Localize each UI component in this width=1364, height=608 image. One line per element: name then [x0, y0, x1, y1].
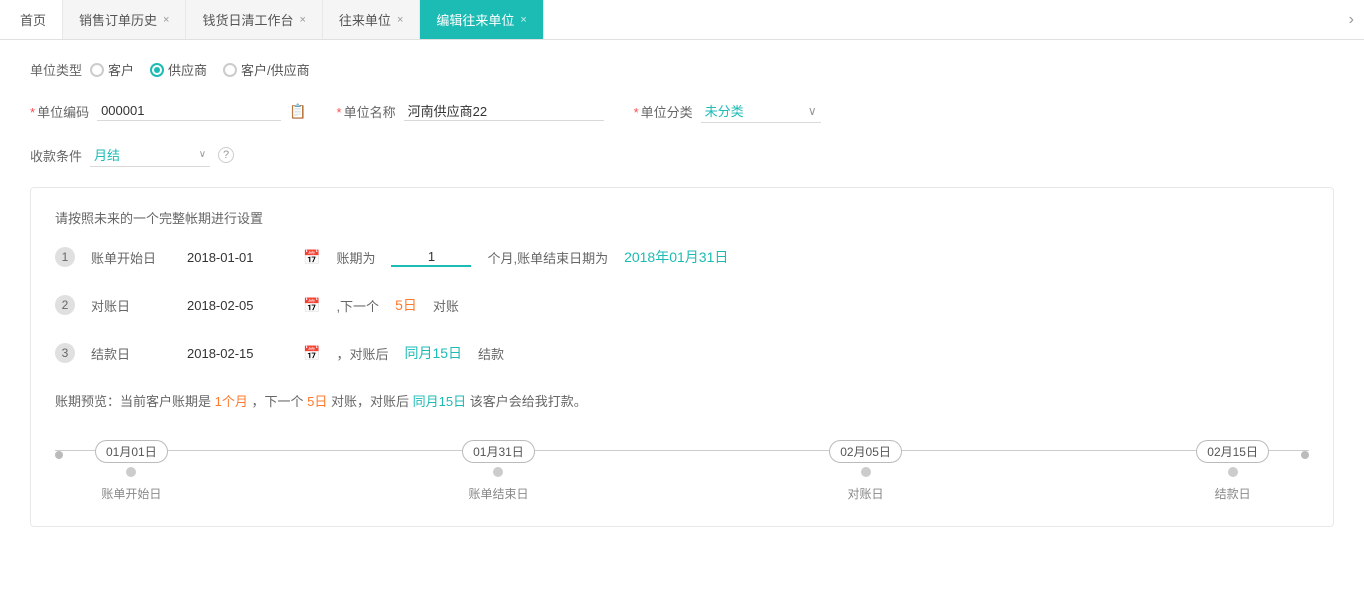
tl-badge-3: 02月05日 [829, 440, 902, 463]
unit-category-dropdown[interactable]: 未分类 ∨ [701, 99, 821, 123]
unit-code-icon[interactable]: 📋 [289, 103, 306, 120]
close-partner[interactable]: × [397, 14, 403, 26]
preview-sep2: 对账，对账后 [331, 394, 409, 409]
step-separator-1: 账期为 [336, 248, 375, 267]
period-panel: 请按照未来的一个完整帐期进行设置 1 账单开始日 2018-01-01 📅 账期… [30, 187, 1334, 527]
radio-circle-customer [90, 63, 104, 77]
step-label-2: 对账日 [91, 296, 171, 315]
unit-category-label: *单位分类 [634, 102, 693, 121]
preview-part1: 1个月 [215, 394, 248, 409]
radio-supplier-label: 供应商 [168, 60, 207, 79]
unit-type-row: 单位类型 客户 供应商 客户/供应商 [30, 60, 1334, 79]
tl-dot-3 [861, 467, 871, 477]
tab-edit-partner[interactable]: 编辑往来单位 × [420, 0, 543, 39]
radio-circle-both [223, 63, 237, 77]
unit-name-group: *单位名称 [337, 101, 604, 121]
tl-badge-1: 01月01日 [95, 440, 168, 463]
preview-sep1: ，下一个 [252, 394, 304, 409]
unit-type-label: 单位类型 [30, 60, 82, 79]
step-day-2: 5日 [395, 295, 417, 315]
tl-label-4: 结款日 [1215, 485, 1251, 502]
radio-supplier[interactable]: 供应商 [150, 60, 207, 79]
step-row-2: 2 对账日 2018-02-05 📅 ,下一个 5日 对账 [55, 295, 1309, 315]
calendar-icon-2[interactable]: 📅 [303, 297, 320, 314]
chevron-down-icon: ∨ [808, 104, 817, 118]
timeline-nodes: 01月01日 账单开始日 01月31日 账单结束日 02月05日 对账日 02月… [55, 440, 1309, 502]
step-label-3: 结款日 [91, 344, 171, 363]
radio-customer[interactable]: 客户 [90, 60, 134, 79]
unit-type-group: 单位类型 客户 供应商 客户/供应商 [30, 60, 310, 79]
tl-label-2: 账单结束日 [468, 485, 528, 502]
step-suffix-3: 结款 [478, 344, 504, 363]
unit-info-row: *单位编码 📋 *单位名称 *单位分类 未分类 ∨ [30, 99, 1334, 123]
unit-category-value: 未分类 [705, 101, 804, 120]
payment-row: 收款条件 月结 ∨ ? [30, 143, 1334, 167]
payment-group: 收款条件 月结 ∨ ? [30, 143, 234, 167]
step-suffix-2: 对账 [433, 296, 459, 315]
step-label-1: 账单开始日 [91, 248, 171, 267]
chevron-down-payment-icon: ∨ [199, 149, 206, 160]
unit-category-group: *单位分类 未分类 ∨ [634, 99, 821, 123]
step-prefix-2: ,下一个 [336, 296, 379, 315]
unit-code-label: *单位编码 [30, 102, 89, 121]
unit-code-input[interactable] [97, 101, 281, 121]
page-content: 单位类型 客户 供应商 客户/供应商 *单位编码 [0, 40, 1364, 608]
unit-name-input[interactable] [404, 101, 604, 121]
payment-value: 月结 [94, 145, 195, 164]
timeline-node-1: 01月01日 账单开始日 [95, 440, 168, 502]
tl-label-1: 账单开始日 [101, 485, 161, 502]
preview-part2: 5日 [307, 394, 327, 409]
panel-hint: 请按照未来的一个完整帐期进行设置 [55, 208, 1309, 227]
preview-prefix: 账期预览：当前客户账期是 [55, 394, 211, 409]
tl-badge-4: 02月15日 [1196, 440, 1269, 463]
preview-suffix: 该客户会给我打款。 [470, 394, 587, 409]
timeline: 01月01日 账单开始日 01月31日 账单结束日 02月05日 对账日 02月… [55, 430, 1309, 502]
step-date-2: 2018-02-05 [187, 298, 287, 313]
preview-row: 账期预览：当前客户账期是 1个月 ，下一个 5日 对账，对账后 同月15日 该客… [55, 391, 1309, 410]
calendar-icon-1[interactable]: 📅 [303, 249, 320, 266]
tab-sales-history[interactable]: 销售订单历史 × [63, 0, 186, 39]
close-edit-partner[interactable]: × [520, 14, 526, 26]
tab-partner[interactable]: 往来单位 × [323, 0, 420, 39]
tl-dot-4 [1228, 467, 1238, 477]
timeline-node-2: 01月31日 账单结束日 [462, 440, 535, 502]
help-icon[interactable]: ? [218, 147, 234, 163]
step-num-2: 2 [55, 295, 75, 315]
step-date-3: 2018-02-15 [187, 346, 287, 361]
unit-code-group: *单位编码 📋 [30, 101, 307, 121]
step-num-3: 3 [55, 343, 75, 363]
step-num-1: 1 [55, 247, 75, 267]
step-row-3: 3 结款日 2018-02-15 📅 ，对账后 同月15日 结款 [55, 343, 1309, 363]
close-sales-history[interactable]: × [163, 14, 169, 26]
radio-circle-supplier [150, 63, 164, 77]
tl-dot-2 [493, 467, 503, 477]
preview-part3: 同月15日 [413, 394, 466, 409]
unit-name-label: *单位名称 [337, 102, 396, 121]
radio-both-label: 客户/供应商 [241, 60, 310, 79]
tab-more-button[interactable]: › [1339, 0, 1364, 39]
radio-group-unit-type: 客户 供应商 客户/供应商 [90, 60, 310, 79]
tab-home[interactable]: 首页 [0, 0, 63, 39]
payment-dropdown[interactable]: 月结 ∨ [90, 143, 210, 167]
tab-cash-work[interactable]: 钱货日清工作台 × [186, 0, 322, 39]
step-row-1: 1 账单开始日 2018-01-01 📅 账期为 个月,账单结束日期为 2018… [55, 247, 1309, 267]
timeline-node-3: 02月05日 对账日 [829, 440, 902, 502]
step-day-3: 同月15日 [404, 343, 462, 363]
calendar-icon-3[interactable]: 📅 [303, 345, 320, 362]
tl-dot-1 [126, 467, 136, 477]
tl-badge-2: 01月31日 [462, 440, 535, 463]
payment-label: 收款条件 [30, 146, 82, 165]
tab-bar: 首页 销售订单历史 × 钱货日清工作台 × 往来单位 × 编辑往来单位 × › [0, 0, 1364, 40]
close-cash-work[interactable]: × [299, 14, 305, 26]
radio-both[interactable]: 客户/供应商 [223, 60, 310, 79]
step-suffix1-1: 个月,账单结束日期为 [487, 248, 608, 267]
period-end-date: 2018年01月31日 [624, 247, 728, 267]
timeline-node-4: 02月15日 结款日 [1196, 440, 1269, 502]
radio-customer-label: 客户 [108, 60, 134, 79]
step-prefix-3: ，对账后 [336, 344, 388, 363]
tl-label-3: 对账日 [848, 485, 884, 502]
period-input[interactable] [391, 248, 471, 267]
step-date-1: 2018-01-01 [187, 250, 287, 265]
